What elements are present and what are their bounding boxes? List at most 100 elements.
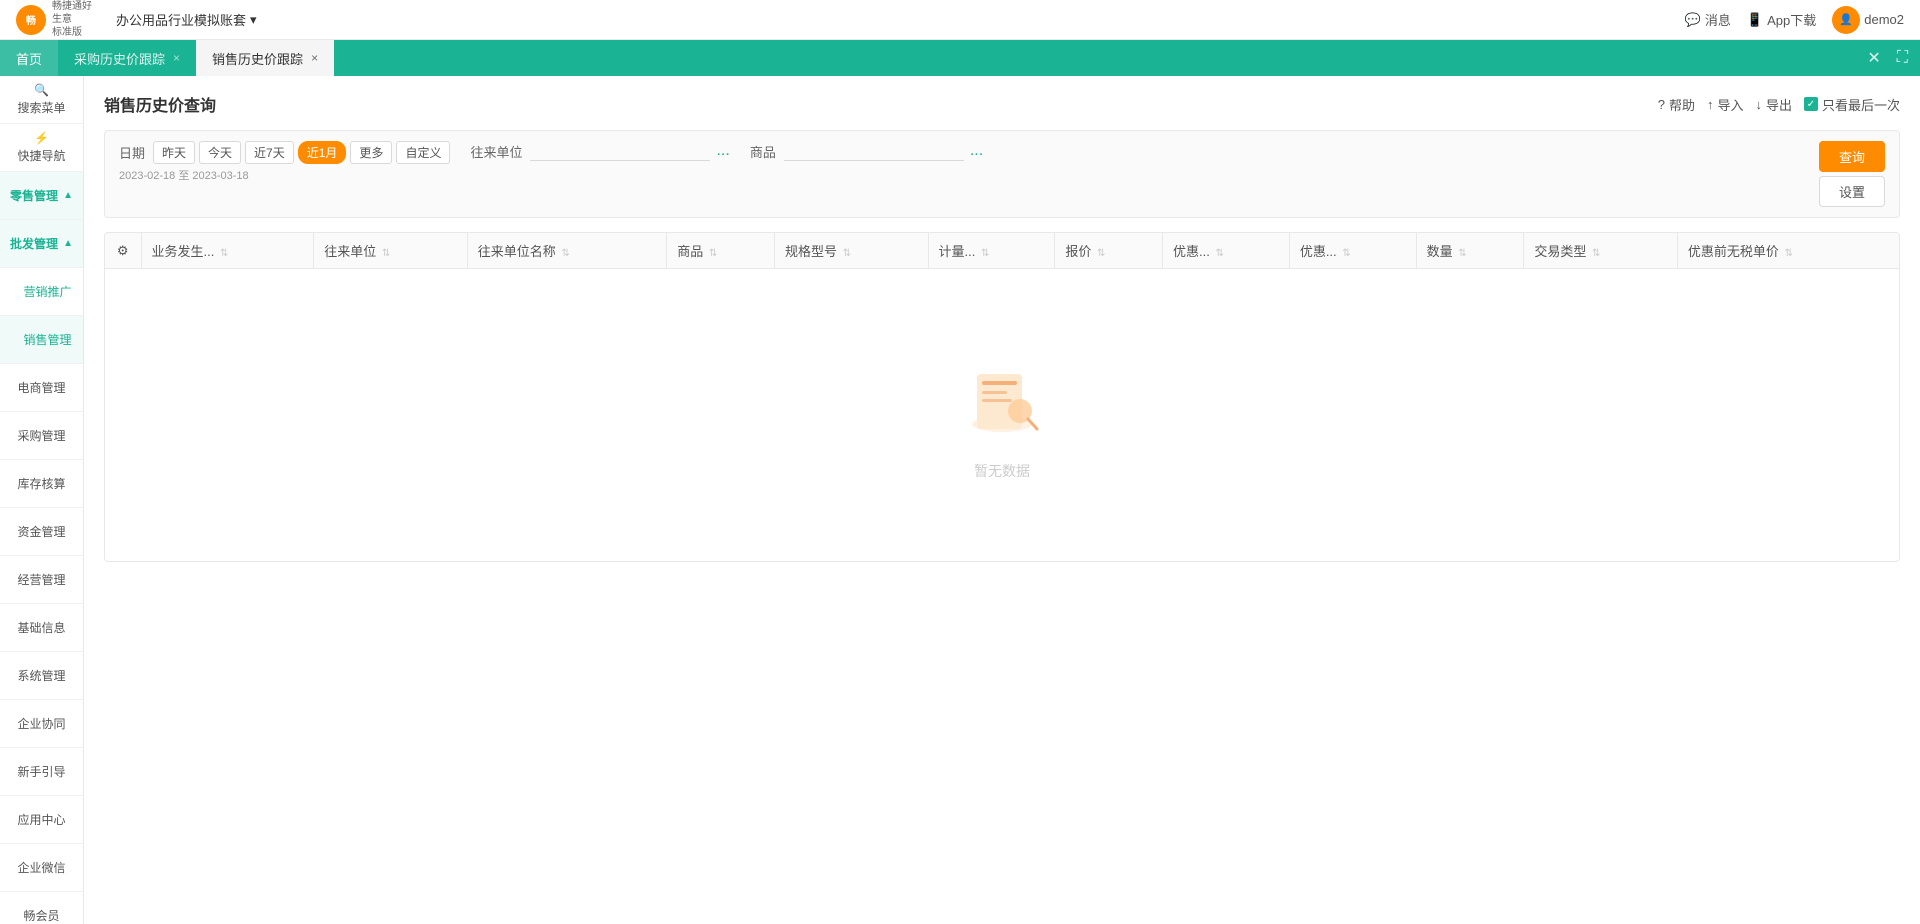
sidebar-finance-label: 资金管理	[17, 523, 65, 540]
sidebar-wholesale-mgmt-label: 批发管理	[10, 235, 58, 252]
sidebar-item-operations[interactable]: 经营管理	[0, 556, 83, 604]
empty-state-cell: 暂无数据	[105, 269, 1899, 562]
yesterday-btn[interactable]: 昨天	[153, 141, 195, 164]
filter-actions: 查询 设置	[1819, 141, 1885, 207]
only-last-checkbox-label[interactable]: ✓ 只看最后一次	[1804, 95, 1900, 114]
date-filter-group: 日期 昨天 今天 近7天 近1月 更多 自定义 2023-02-18 至 202…	[119, 141, 450, 183]
sidebar-item-quick-nav[interactable]: ⚡ 快捷导航	[0, 124, 83, 172]
partner-label: 往来单位	[470, 142, 522, 161]
purchase-history-tab-label: 采购历史价跟踪	[74, 49, 165, 68]
transaction-col-header[interactable]: 交易类型 ⇅	[1524, 233, 1678, 269]
import-icon: ↑	[1707, 97, 1714, 112]
logo-icon: 畅	[16, 5, 46, 35]
maximize-icon[interactable]: ⛶	[1893, 45, 1912, 71]
avatar-icon: 👤	[1839, 13, 1853, 26]
message-action[interactable]: 💬 消息	[1685, 10, 1731, 29]
sidebar-item-search-menu[interactable]: 🔍 搜索菜单	[0, 76, 83, 124]
top-bar: 畅 畅捷通好生意 标准版 办公用品行业模拟账套 ▾ 💬 消息 📱 App下载 👤…	[0, 0, 1920, 40]
sidebar-quick-nav-label: 快捷导航	[17, 147, 65, 164]
page-actions: ? 帮助 ↑ 导入 ↓ 导出 ✓ 只看最后一次	[1658, 95, 1900, 114]
partner-dots[interactable]: ...	[716, 142, 729, 160]
user-label: demo2	[1864, 12, 1904, 27]
sort-icon-partner: ⇅	[382, 248, 390, 259]
home-tab[interactable]: 首页	[0, 40, 58, 76]
workspace-selector[interactable]: 办公用品行业模拟账套 ▾	[108, 6, 265, 33]
only-last-checkbox[interactable]: ✓	[1804, 97, 1818, 111]
table-header: ⚙ 业务发生... ⇅ 往来单位 ⇅ 往来单位名称 ⇅	[105, 233, 1899, 269]
today-btn[interactable]: 今天	[199, 141, 241, 164]
partner-input[interactable]	[530, 141, 710, 161]
sort-icon-spec: ⇅	[843, 248, 851, 259]
last7days-btn[interactable]: 近7天	[245, 141, 294, 164]
export-button[interactable]: ↓ 导出	[1755, 95, 1792, 114]
export-label: 导出	[1766, 95, 1792, 114]
quantity-col-header[interactable]: 数量 ⇅	[1416, 233, 1524, 269]
empty-state: 暂无数据	[105, 269, 1899, 561]
sidebar-item-ecommerce[interactable]: 电商管理	[0, 364, 83, 412]
empty-text: 暂无数据	[974, 461, 1030, 481]
custom-btn[interactable]: 自定义	[396, 141, 450, 164]
partner-name-col-header[interactable]: 往来单位名称 ⇅	[467, 233, 666, 269]
logo-text: 畅捷通好生意 标准版	[52, 0, 100, 39]
spec-col-header[interactable]: 规格型号 ⇅	[774, 233, 928, 269]
sidebar-sales-mgmt-label: 销售管理	[23, 331, 71, 348]
retail-mgmt-arrow-icon: ▲	[63, 190, 73, 201]
goods-col-header[interactable]: 商品 ⇅	[667, 233, 775, 269]
sidebar-item-membership[interactable]: 畅会员	[0, 892, 83, 924]
sidebar-item-sales-mgmt[interactable]: 销售管理	[0, 316, 83, 364]
workspace-label: 办公用品行业模拟账套	[116, 10, 246, 29]
sidebar-item-enterprise-wechat[interactable]: 企业微信	[0, 844, 83, 892]
sort-icon-business-date: ⇅	[220, 248, 228, 259]
sort-icon-discount1: ⇅	[1215, 248, 1223, 259]
sidebar-item-purchase[interactable]: 采购管理	[0, 412, 83, 460]
user-action[interactable]: 👤 demo2	[1832, 6, 1904, 34]
sort-icon-unit: ⇅	[981, 248, 989, 259]
goods-filter-group: 商品 ...	[750, 141, 983, 161]
sidebar-item-finance[interactable]: 资金管理	[0, 508, 83, 556]
close-all-tabs-icon[interactable]: ✕	[1863, 44, 1884, 72]
last1month-btn[interactable]: 近1月	[298, 141, 347, 164]
discount1-col-header[interactable]: 优惠... ⇅	[1163, 233, 1290, 269]
sort-icon-quantity: ⇅	[1458, 248, 1466, 259]
wholesale-mgmt-arrow-icon: ▲	[63, 238, 73, 249]
sidebar-item-retail-mgmt[interactable]: 零售管理 ▲	[0, 172, 83, 220]
sales-history-tab[interactable]: 销售历史价跟踪 ×	[196, 40, 334, 76]
goods-input[interactable]	[784, 141, 964, 161]
help-button[interactable]: ? 帮助	[1658, 95, 1695, 114]
more-btn[interactable]: 更多	[350, 141, 392, 164]
sidebar-search-menu-label: 搜索菜单	[17, 99, 65, 116]
sales-history-close-icon[interactable]: ×	[311, 51, 318, 65]
sidebar-item-system-mgmt[interactable]: 系统管理	[0, 652, 83, 700]
discount2-col-header[interactable]: 优惠... ⇅	[1289, 233, 1416, 269]
settings-button[interactable]: 设置	[1819, 176, 1885, 207]
purchase-history-tab[interactable]: 采购历史价跟踪 ×	[58, 40, 196, 76]
purchase-history-close-icon[interactable]: ×	[173, 51, 180, 65]
partner-input-group: ...	[530, 141, 729, 161]
sidebar-item-wholesale-mgmt[interactable]: 批发管理 ▲	[0, 220, 83, 268]
sidebar-purchase-label: 采购管理	[17, 427, 65, 444]
partner-col-header[interactable]: 往来单位 ⇅	[314, 233, 468, 269]
pretax-col-header[interactable]: 优惠前无税单价 ⇅	[1677, 233, 1899, 269]
sidebar-basic-info-label: 基础信息	[17, 619, 65, 636]
settings-col-header[interactable]: ⚙	[105, 233, 141, 269]
sidebar-item-app-center[interactable]: 应用中心	[0, 796, 83, 844]
sidebar-item-beginner-guide[interactable]: 新手引导	[0, 748, 83, 796]
sidebar-beginner-guide-label: 新手引导	[17, 763, 65, 780]
price-col-header[interactable]: 报价 ⇅	[1055, 233, 1163, 269]
import-button[interactable]: ↑ 导入	[1707, 95, 1744, 114]
import-label: 导入	[1717, 95, 1743, 114]
business-date-col-header[interactable]: 业务发生... ⇅	[141, 233, 314, 269]
data-table: ⚙ 业务发生... ⇅ 往来单位 ⇅ 往来单位名称 ⇅	[105, 233, 1899, 561]
sidebar-item-inventory[interactable]: 库存核算	[0, 460, 83, 508]
sort-icon-goods: ⇅	[709, 248, 717, 259]
app-download-action[interactable]: 📱 App下载	[1747, 10, 1816, 29]
query-button[interactable]: 查询	[1819, 141, 1885, 172]
sort-icon-price: ⇅	[1097, 248, 1105, 259]
sidebar-item-enterprise-collab[interactable]: 企业协同	[0, 700, 83, 748]
goods-dots[interactable]: ...	[970, 142, 983, 160]
sidebar-item-marketing[interactable]: 营销推广	[0, 268, 83, 316]
unit-col-header[interactable]: 计量... ⇅	[928, 233, 1055, 269]
sidebar-item-basic-info[interactable]: 基础信息	[0, 604, 83, 652]
date-buttons: 昨天 今天 近7天 近1月 更多 自定义	[153, 141, 450, 164]
help-icon: ?	[1658, 97, 1665, 112]
